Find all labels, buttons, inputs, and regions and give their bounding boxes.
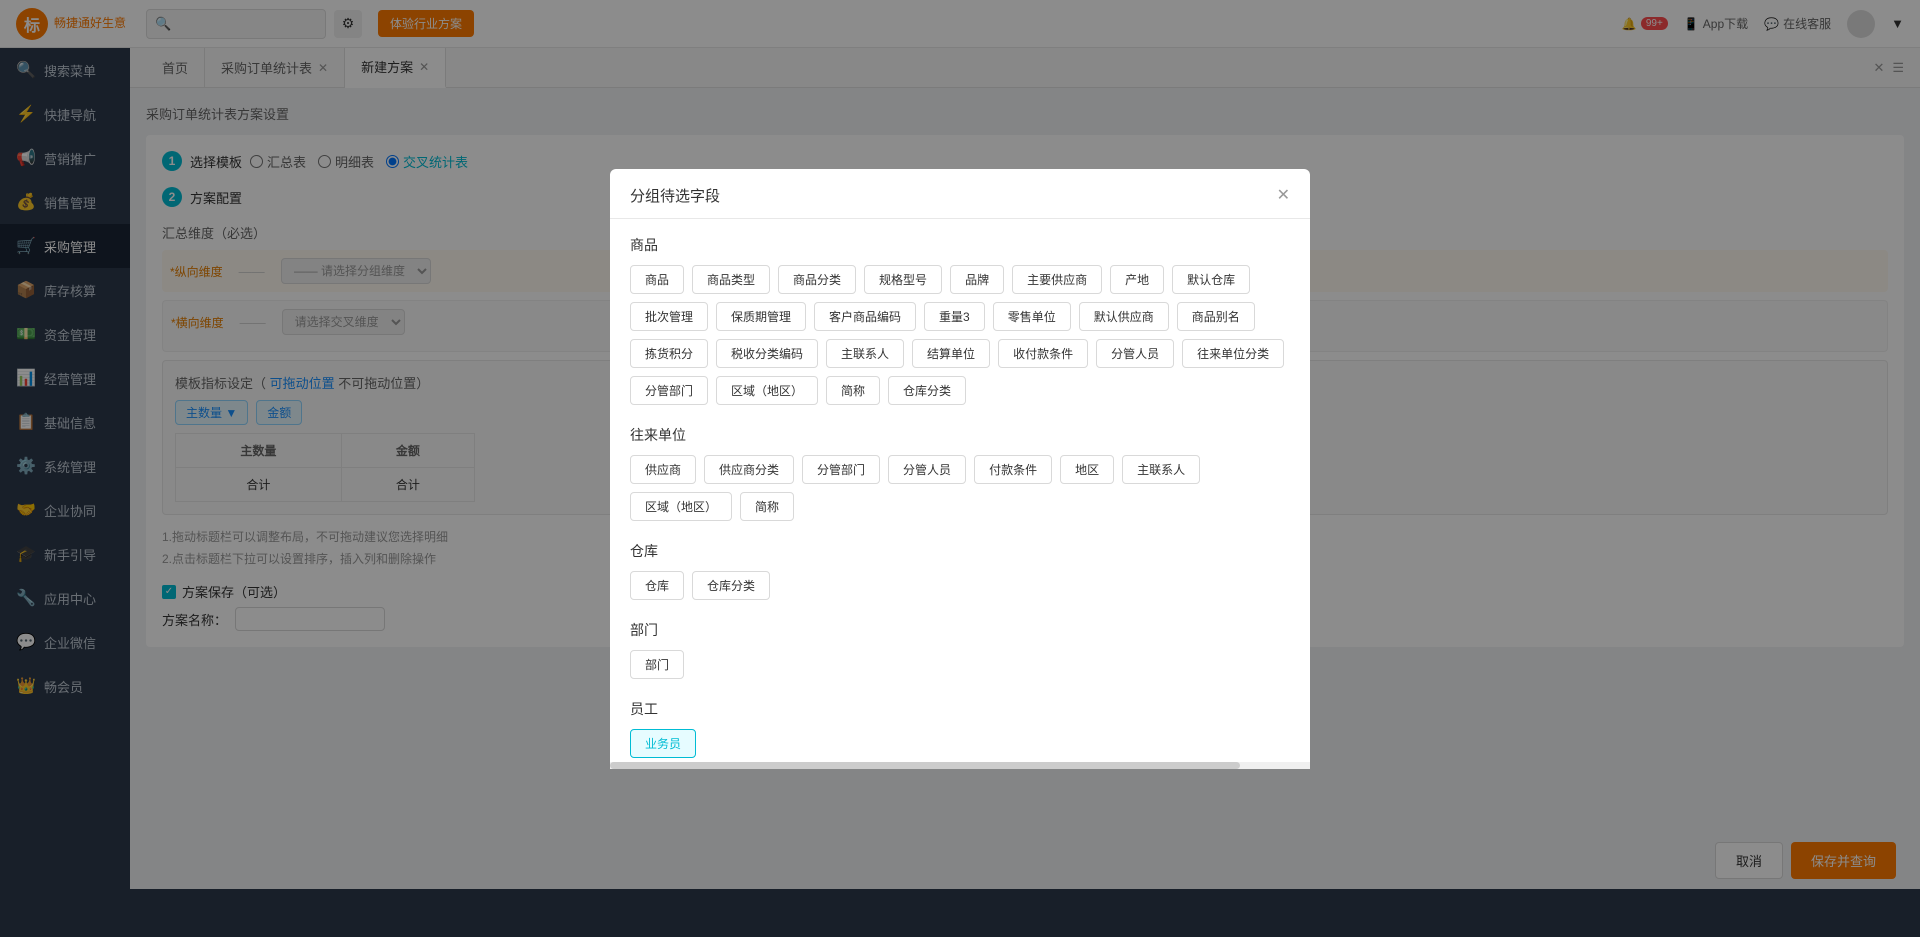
field-tag-0-6[interactable]: 产地 [1110, 265, 1164, 294]
field-tag-1-0[interactable]: 供应商 [630, 455, 696, 484]
field-tag-0-12[interactable]: 零售单位 [993, 302, 1071, 331]
field-tag-0-4[interactable]: 品牌 [950, 265, 1004, 294]
section-title-1: 往来单位 [630, 425, 1290, 445]
modal-dialog: 分组待选字段 ✕ 商品商品商品类型商品分类规格型号品牌主要供应商产地默认仓库批次… [610, 169, 1310, 769]
field-tag-0-19[interactable]: 收付款条件 [998, 339, 1088, 368]
field-tag-0-15[interactable]: 拣货积分 [630, 339, 708, 368]
field-tag-0-10[interactable]: 客户商品编码 [814, 302, 916, 331]
modal-title: 分组待选字段 [630, 185, 720, 206]
field-tags-0: 商品商品类型商品分类规格型号品牌主要供应商产地默认仓库批次管理保质期管理客户商品… [630, 265, 1290, 405]
field-tag-0-13[interactable]: 默认供应商 [1079, 302, 1169, 331]
field-tag-0-2[interactable]: 商品分类 [778, 265, 856, 294]
field-tag-1-6[interactable]: 主联系人 [1122, 455, 1200, 484]
field-tag-3-0[interactable]: 部门 [630, 650, 684, 679]
field-tag-1-1[interactable]: 供应商分类 [704, 455, 794, 484]
field-tag-0-8[interactable]: 批次管理 [630, 302, 708, 331]
scrollbar-thumb [610, 762, 1240, 768]
field-tag-0-3[interactable]: 规格型号 [864, 265, 942, 294]
modal-body[interactable]: 商品商品商品类型商品分类规格型号品牌主要供应商产地默认仓库批次管理保质期管理客户… [610, 219, 1310, 763]
field-tag-4-0[interactable]: 业务员 [630, 729, 696, 758]
field-tag-0-20[interactable]: 分管人员 [1096, 339, 1174, 368]
field-tag-0-7[interactable]: 默认仓库 [1172, 265, 1250, 294]
field-tag-0-21[interactable]: 往来单位分类 [1182, 339, 1284, 368]
modal-section-0: 商品商品商品类型商品分类规格型号品牌主要供应商产地默认仓库批次管理保质期管理客户… [630, 235, 1290, 405]
field-tags-2: 仓库仓库分类 [630, 571, 1290, 600]
field-tag-0-16[interactable]: 税收分类编码 [716, 339, 818, 368]
modal-overlay: 分组待选字段 ✕ 商品商品商品类型商品分类规格型号品牌主要供应商产地默认仓库批次… [0, 0, 1920, 937]
section-title-2: 仓库 [630, 541, 1290, 561]
field-tag-0-11[interactable]: 重量3 [924, 302, 985, 331]
modal-scrollbar-bottom[interactable] [610, 762, 1310, 768]
field-tag-1-8[interactable]: 简称 [740, 492, 794, 521]
field-tags-1: 供应商供应商分类分管部门分管人员付款条件地区主联系人区域（地区） 简称 [630, 455, 1290, 521]
field-tag-0-25[interactable]: 仓库分类 [888, 376, 966, 405]
modal-section-2: 仓库仓库仓库分类 [630, 541, 1290, 600]
field-tag-1-5[interactable]: 地区 [1060, 455, 1114, 484]
modal-section-4: 员工业务员 [630, 699, 1290, 758]
field-tag-0-0[interactable]: 商品 [630, 265, 684, 294]
field-tag-0-1[interactable]: 商品类型 [692, 265, 770, 294]
field-tag-0-23[interactable]: 区域（地区） [716, 376, 818, 405]
modal-section-1: 往来单位供应商供应商分类分管部门分管人员付款条件地区主联系人区域（地区） 简称 [630, 425, 1290, 521]
field-tag-0-9[interactable]: 保质期管理 [716, 302, 806, 331]
field-tag-1-4[interactable]: 付款条件 [974, 455, 1052, 484]
field-tag-0-18[interactable]: 结算单位 [912, 339, 990, 368]
field-tag-2-1[interactable]: 仓库分类 [692, 571, 770, 600]
field-tags-4: 业务员 [630, 729, 1290, 758]
field-tag-0-24[interactable]: 简称 [826, 376, 880, 405]
field-tag-0-5[interactable]: 主要供应商 [1012, 265, 1102, 294]
section-title-0: 商品 [630, 235, 1290, 255]
field-tag-2-0[interactable]: 仓库 [630, 571, 684, 600]
field-tag-1-3[interactable]: 分管人员 [888, 455, 966, 484]
modal-section-3: 部门部门 [630, 620, 1290, 679]
field-tag-1-7[interactable]: 区域（地区） [630, 492, 732, 521]
section-title-4: 员工 [630, 699, 1290, 719]
modal-close-button[interactable]: ✕ [1277, 185, 1290, 205]
modal-header: 分组待选字段 ✕ [610, 169, 1310, 219]
field-tag-0-22[interactable]: 分管部门 [630, 376, 708, 405]
section-title-3: 部门 [630, 620, 1290, 640]
field-tag-1-2[interactable]: 分管部门 [802, 455, 880, 484]
field-tag-0-14[interactable]: 商品别名 [1177, 302, 1255, 331]
field-tag-0-17[interactable]: 主联系人 [826, 339, 904, 368]
field-tags-3: 部门 [630, 650, 1290, 679]
